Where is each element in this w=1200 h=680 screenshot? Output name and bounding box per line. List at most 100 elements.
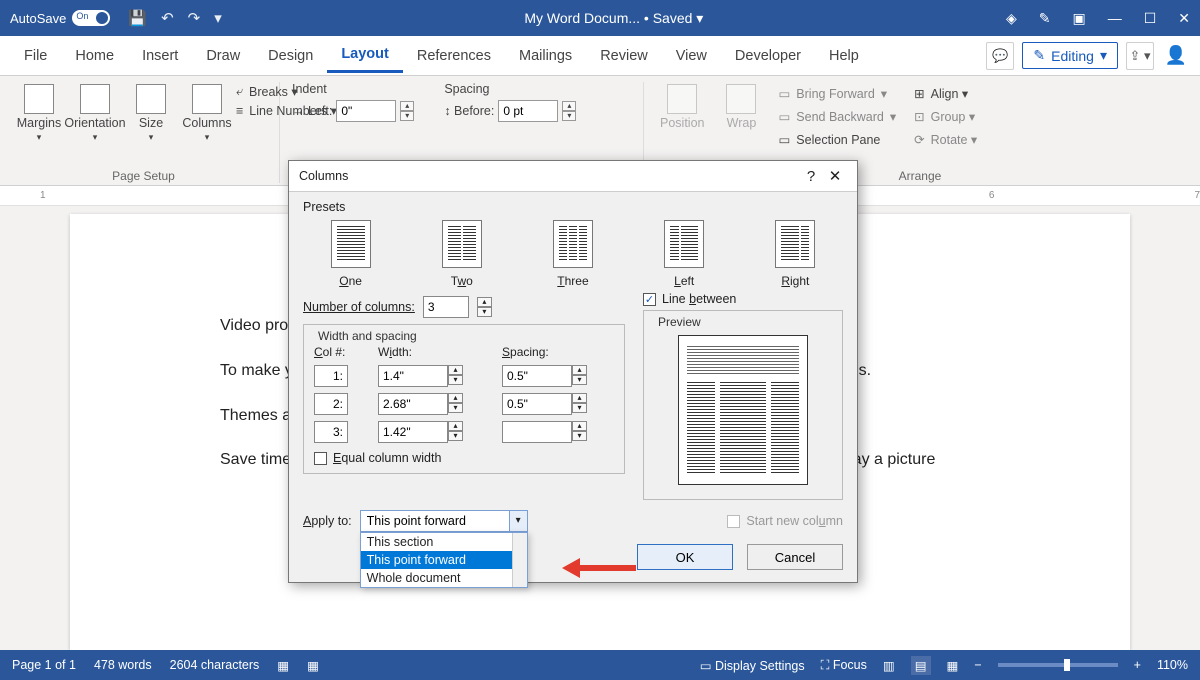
- bring-forward-button[interactable]: ▭ Bring Forward ▾: [774, 84, 900, 103]
- macro-icon[interactable]: ▦: [277, 658, 289, 673]
- col-2-spacing[interactable]: [502, 393, 572, 415]
- col-1-num[interactable]: [314, 365, 348, 387]
- window-icon[interactable]: ▣: [1072, 10, 1085, 27]
- zoom-level[interactable]: 110%: [1157, 658, 1188, 672]
- print-layout-icon[interactable]: ▤: [911, 656, 931, 675]
- orientation-button[interactable]: Orientation▾: [72, 82, 118, 145]
- dropdown-item-selected[interactable]: This point forward: [361, 551, 527, 569]
- left-indent-input[interactable]: [336, 100, 396, 122]
- document-title[interactable]: My Word Docum... • Saved ▾: [222, 10, 1006, 27]
- col-1-spacing[interactable]: [502, 365, 572, 387]
- dialog-close-button[interactable]: ✕: [823, 167, 847, 185]
- position-button[interactable]: Position: [656, 82, 708, 132]
- columns-button[interactable]: Columns▾: [184, 82, 230, 145]
- autosave-toggle[interactable]: On: [72, 10, 110, 26]
- colnum-header: Col #:: [314, 345, 364, 359]
- tab-insert[interactable]: Insert: [128, 40, 192, 72]
- start-new-column-checkbox: Start new column: [727, 514, 843, 528]
- preset-two[interactable]: Two: [442, 220, 482, 288]
- wrap-text-button[interactable]: Wrap: [718, 82, 764, 132]
- preset-three[interactable]: Three: [553, 220, 593, 288]
- apply-to-label: Apply to:: [303, 514, 352, 528]
- status-bar: Page 1 of 1 478 words 2604 characters ▦ …: [0, 650, 1200, 680]
- char-count[interactable]: 2604 characters: [170, 658, 260, 672]
- number-of-columns-label: Number of columns:: [303, 300, 415, 314]
- diamond-icon[interactable]: ◈: [1006, 10, 1017, 27]
- tab-view[interactable]: View: [662, 40, 721, 72]
- save-icon[interactable]: 💾: [128, 9, 147, 27]
- page-setup-group-label: Page Setup: [16, 165, 271, 183]
- share-button[interactable]: ⇪ ▾: [1126, 42, 1154, 70]
- focus-button[interactable]: ⛶ Focus: [821, 658, 867, 673]
- send-backward-button[interactable]: ▭ Send Backward ▾: [774, 107, 900, 126]
- maximize-icon[interactable]: ☐: [1144, 10, 1157, 27]
- margins-button[interactable]: Margins▾: [16, 82, 62, 145]
- tab-draw[interactable]: Draw: [192, 40, 254, 72]
- chevron-down-icon[interactable]: ▾: [510, 510, 528, 532]
- preset-one[interactable]: One: [331, 220, 371, 288]
- group-button[interactable]: ⊡ Group ▾: [910, 107, 981, 126]
- preview-image: [678, 335, 808, 485]
- number-of-columns-input[interactable]: [423, 296, 469, 318]
- minimize-icon[interactable]: —: [1108, 10, 1122, 27]
- undo-icon[interactable]: ↶: [161, 9, 174, 27]
- tab-design[interactable]: Design: [254, 40, 327, 72]
- col-1-width[interactable]: [378, 365, 448, 387]
- scrollbar[interactable]: [512, 533, 527, 587]
- tab-developer[interactable]: Developer: [721, 40, 815, 72]
- tab-review[interactable]: Review: [586, 40, 662, 72]
- before-spacing-label: ↕ Before:: [444, 104, 494, 118]
- comments-icon[interactable]: 💬: [986, 42, 1014, 70]
- spin-up-icon[interactable]: ▴: [400, 101, 414, 111]
- cancel-button[interactable]: Cancel: [747, 544, 843, 570]
- read-mode-icon[interactable]: ▥: [883, 658, 895, 673]
- col-3-spacing[interactable]: [502, 421, 572, 443]
- dropdown-item[interactable]: Whole document: [361, 569, 527, 587]
- selection-pane-button[interactable]: ▭ Selection Pane: [774, 130, 900, 149]
- left-indent-label: → Left:: [292, 104, 332, 118]
- before-spacing-input[interactable]: [498, 100, 558, 122]
- preset-left[interactable]: Left: [664, 220, 704, 288]
- preset-right[interactable]: Right: [775, 220, 815, 288]
- tab-file[interactable]: File: [10, 40, 61, 72]
- zoom-slider[interactable]: [998, 663, 1118, 667]
- tab-home[interactable]: Home: [61, 40, 128, 72]
- apply-to-combobox[interactable]: ▾ This section This point forward Whole …: [360, 510, 528, 532]
- equal-width-checkbox[interactable]: Equal column width: [314, 451, 614, 465]
- spin-down-icon[interactable]: ▾: [400, 111, 414, 121]
- size-button[interactable]: Size▾: [128, 82, 174, 145]
- track-icon[interactable]: ▦: [307, 658, 319, 673]
- annotation-arrow: [562, 558, 636, 578]
- word-count[interactable]: 478 words: [94, 658, 152, 672]
- page-count[interactable]: Page 1 of 1: [12, 658, 76, 672]
- display-settings-button[interactable]: ▭ Display Settings: [700, 658, 805, 673]
- redo-icon[interactable]: ↷: [188, 9, 201, 27]
- width-header: Width:: [378, 345, 488, 359]
- zoom-in-button[interactable]: +: [1134, 658, 1141, 672]
- web-layout-icon[interactable]: ▦: [947, 658, 959, 673]
- qat-dropdown-icon[interactable]: ▾: [214, 9, 222, 27]
- dialog-help-button[interactable]: ?: [799, 168, 823, 185]
- dropdown-item[interactable]: This section: [361, 533, 527, 551]
- close-icon[interactable]: ✕: [1178, 10, 1190, 27]
- wand-icon[interactable]: ✎: [1039, 10, 1051, 27]
- editing-mode-button[interactable]: ✎ Editing ▾: [1022, 42, 1118, 69]
- col-2-width[interactable]: [378, 393, 448, 415]
- col-3-num[interactable]: [314, 421, 348, 443]
- account-icon[interactable]: 👤: [1162, 42, 1190, 70]
- tab-layout[interactable]: Layout: [327, 38, 403, 73]
- col-3-width[interactable]: [378, 421, 448, 443]
- ok-button[interactable]: OK: [637, 544, 733, 570]
- title-bar: AutoSave On 💾 ↶ ↷ ▾ My Word Docum... • S…: [0, 0, 1200, 36]
- tab-references[interactable]: References: [403, 40, 505, 72]
- tab-help[interactable]: Help: [815, 40, 873, 72]
- columns-dialog: Columns ? ✕ Presets One Two Three Left R…: [288, 160, 858, 583]
- zoom-out-button[interactable]: −: [974, 658, 981, 672]
- align-button[interactable]: ⊞ Align ▾: [910, 84, 981, 103]
- line-between-checkbox[interactable]: ✓Line between: [643, 292, 843, 306]
- col-2-num[interactable]: [314, 393, 348, 415]
- tab-mailings[interactable]: Mailings: [505, 40, 586, 72]
- indent-label: Indent: [292, 82, 414, 96]
- preview-label: Preview: [654, 315, 705, 329]
- rotate-button[interactable]: ⟳ Rotate ▾: [910, 130, 981, 149]
